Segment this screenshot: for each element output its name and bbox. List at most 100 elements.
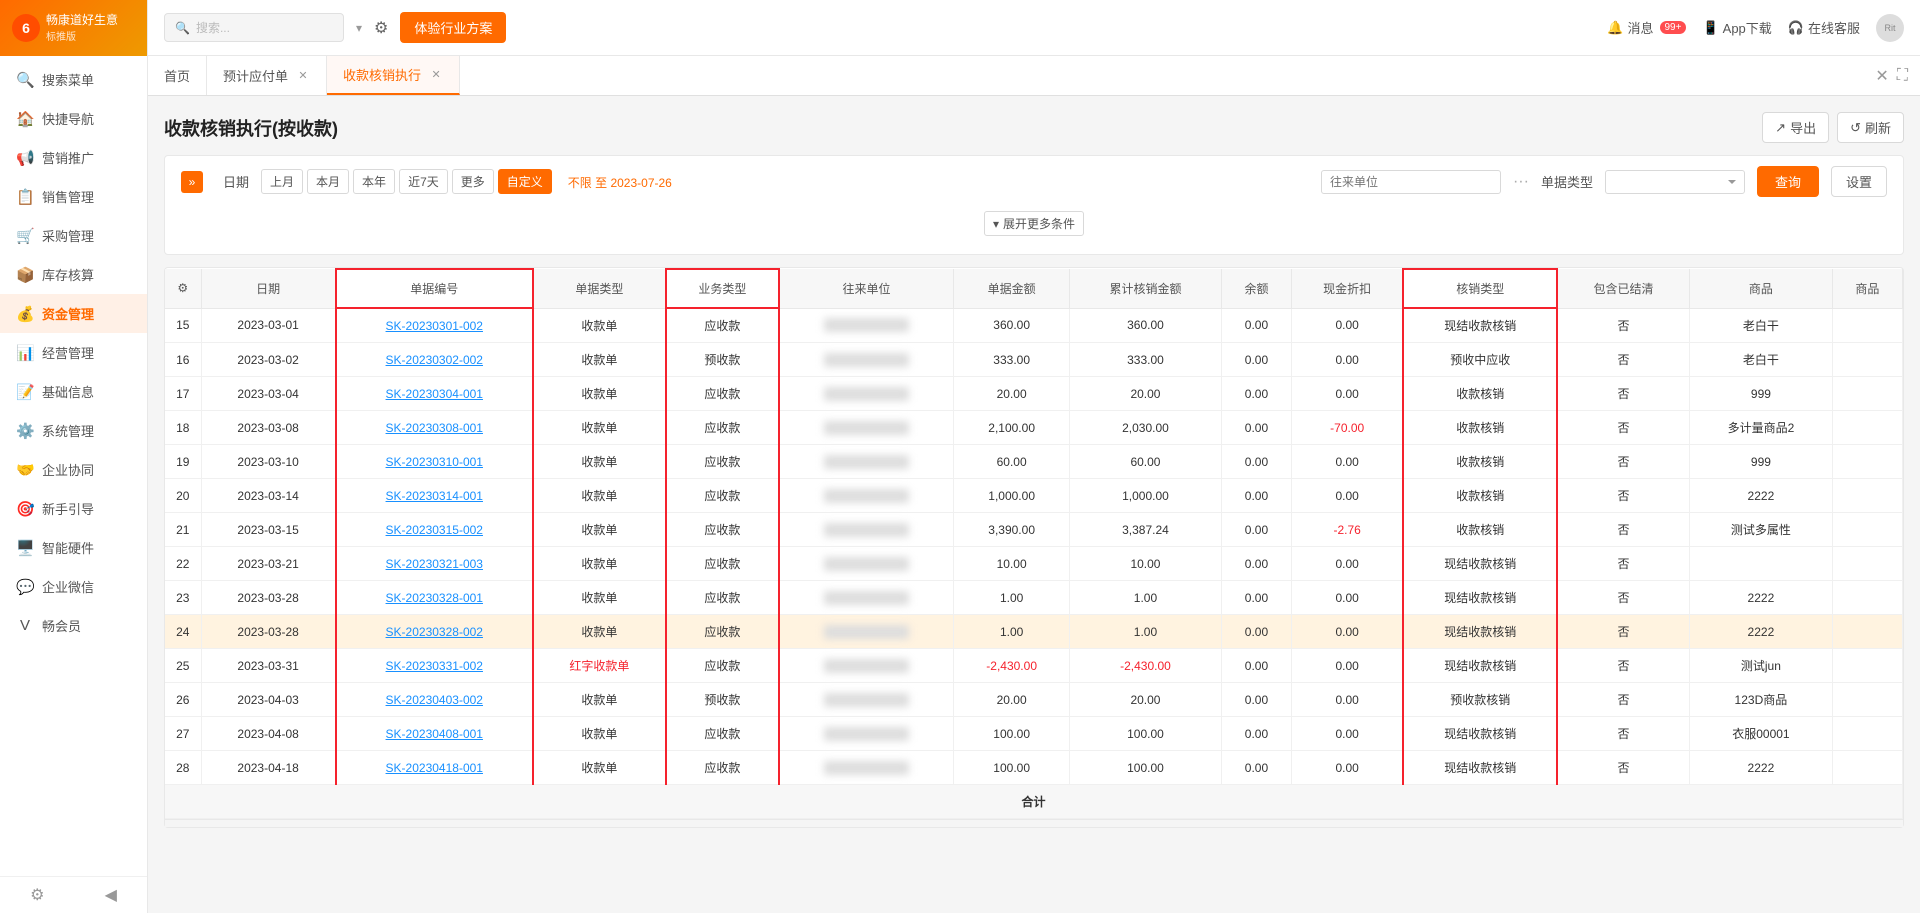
cell-singleno[interactable]: SK-20230321-003	[336, 547, 533, 581]
close-tab-icon[interactable]: ✕	[1875, 66, 1888, 86]
cell-balance: 0.00	[1221, 479, 1291, 513]
cell-coreamt: 1,000.00	[1069, 479, 1221, 513]
table-row: 192023-03-10SK-20230310-001收款单应收款███████…	[165, 445, 1903, 479]
cell-date: 2023-03-31	[201, 649, 336, 683]
settings-footer-btn[interactable]: ⚙	[30, 885, 44, 905]
cell-biztype: 应收款	[666, 751, 779, 785]
cell-goods: 2222	[1689, 581, 1832, 615]
guide-icon: 🎯	[16, 500, 34, 518]
tab-collection[interactable]: 收款核销执行 ✕	[327, 56, 460, 95]
tab-collection-close[interactable]: ✕	[429, 68, 443, 82]
refresh-button[interactable]: ↺ 刷新	[1837, 112, 1904, 143]
cell-singleno[interactable]: SK-20230328-002	[336, 615, 533, 649]
this-year-btn[interactable]: 本年	[353, 169, 395, 194]
this-month-btn[interactable]: 本月	[307, 169, 349, 194]
expand-more-conditions-btn[interactable]: ▾ 展开更多条件	[984, 211, 1084, 236]
cell-singleno[interactable]: SK-20230308-001	[336, 411, 533, 445]
last-7days-btn[interactable]: 近7天	[399, 169, 448, 194]
col-header-goods2: 商品	[1832, 269, 1902, 308]
cell-includesettled: 否	[1557, 308, 1689, 343]
query-button[interactable]: 查询	[1757, 166, 1819, 197]
expand-tabs-icon[interactable]: ⛶	[1897, 67, 1908, 85]
topbar-search[interactable]: 🔍 搜索...	[164, 13, 344, 42]
settings-gear-icon[interactable]: ⚙	[374, 18, 388, 38]
sidebar-item-guide[interactable]: 🎯 新手引导	[0, 489, 147, 528]
sidebar-item-system[interactable]: ⚙️ 系统管理	[0, 411, 147, 450]
sidebar-item-marketing[interactable]: 📢 营销推广	[0, 138, 147, 177]
cell-singleno[interactable]: SK-20230403-002	[336, 683, 533, 717]
cell-includesettled: 否	[1557, 581, 1689, 615]
sidebar-item-purchase[interactable]: 🛒 采购管理	[0, 216, 147, 255]
cell-singleno[interactable]: SK-20230408-001	[336, 717, 533, 751]
cell-singleno[interactable]: SK-20230331-002	[336, 649, 533, 683]
solution-button[interactable]: 体验行业方案	[400, 12, 506, 43]
table-card: ⚙ 日期 单据编号 单据类型 业务类型 往来单位 单据金额 累计核销金额 余额 …	[164, 267, 1904, 828]
sidebar-item-search[interactable]: 🔍 搜索菜单	[0, 60, 147, 99]
app-logo-text: 畅康道好生意 标推版	[46, 13, 118, 44]
cell-singleno[interactable]: SK-20230314-001	[336, 479, 533, 513]
cell-singleno[interactable]: SK-20230304-001	[336, 377, 533, 411]
cell-date: 2023-03-21	[201, 547, 336, 581]
table-row: 212023-03-15SK-20230315-002收款单应收款███████…	[165, 513, 1903, 547]
sidebar-item-operation[interactable]: 📊 经营管理	[0, 333, 147, 372]
horizontal-scrollbar[interactable]	[165, 819, 1903, 827]
cell-balance: 0.00	[1221, 411, 1291, 445]
filter-settings-button[interactable]: 设置	[1831, 166, 1887, 197]
more-date-btn[interactable]: 更多	[452, 169, 494, 194]
tab-home[interactable]: 首页	[148, 56, 207, 95]
cell-balance: 0.00	[1221, 343, 1291, 377]
custom-date-btn[interactable]: 自定义	[498, 169, 552, 194]
cell-date: 2023-03-15	[201, 513, 336, 547]
cell-amount: 100.00	[954, 717, 1070, 751]
col-header-settings[interactable]: ⚙	[165, 269, 201, 308]
more-filter-icon[interactable]: ···	[1513, 173, 1529, 191]
app-logo-icon: 6	[12, 14, 40, 42]
notification-btn[interactable]: 🔔 消息 99+	[1607, 18, 1686, 37]
last-month-btn[interactable]: 上月	[261, 169, 303, 194]
tab-prepay-close[interactable]: ✕	[296, 69, 310, 83]
sidebar-item-cooperation[interactable]: 🤝 企业协同	[0, 450, 147, 489]
customer-filter-input[interactable]	[1321, 170, 1501, 194]
export-icon: ↗	[1775, 120, 1786, 136]
cell-singleno[interactable]: SK-20230328-001	[336, 581, 533, 615]
hardware-icon: 🖥️	[16, 539, 34, 557]
cell-customer: ██████████	[779, 308, 954, 343]
online-service-btn[interactable]: 🎧 在线客服	[1788, 18, 1860, 37]
sidebar-item-basic[interactable]: 📝 基础信息	[0, 372, 147, 411]
cell-singletype: 收款单	[533, 751, 666, 785]
cell-goods: 测试jun	[1689, 649, 1832, 683]
cell-singleno[interactable]: SK-20230301-002	[336, 308, 533, 343]
cell-cashdiscount: 0.00	[1292, 343, 1404, 377]
collapse-sidebar-btn[interactable]: ◀	[105, 885, 117, 905]
cell-singleno[interactable]: SK-20230302-002	[336, 343, 533, 377]
sidebar-item-quicknav[interactable]: 🏠 快捷导航	[0, 99, 147, 138]
export-button[interactable]: ↗ 导出	[1762, 112, 1829, 143]
cell-balance: 0.00	[1221, 308, 1291, 343]
tab-prepay[interactable]: 预计应付单 ✕	[207, 56, 327, 95]
sidebar-item-inventory[interactable]: 📦 库存核算	[0, 255, 147, 294]
app-download-btn[interactable]: 📱 App下载	[1702, 18, 1771, 37]
col-header-amount: 单据金额	[954, 269, 1070, 308]
col-header-balance: 余额	[1221, 269, 1291, 308]
dropdown-chevron-icon[interactable]: ▾	[356, 21, 362, 35]
cell-singleno[interactable]: SK-20230315-002	[336, 513, 533, 547]
sidebar-item-finance[interactable]: 💰 资金管理	[0, 294, 147, 333]
table-row: 272023-04-08SK-20230408-001收款单应收款███████…	[165, 717, 1903, 751]
cell-goods	[1689, 547, 1832, 581]
cell-singleno[interactable]: SK-20230418-001	[336, 751, 533, 785]
cell-coretype: 现结收款核销	[1403, 717, 1557, 751]
sidebar-item-sales[interactable]: 📋 销售管理	[0, 177, 147, 216]
sidebar-item-member[interactable]: V 畅会员	[0, 606, 147, 645]
cell-biztype: 应收款	[666, 649, 779, 683]
sidebar-item-wxwork[interactable]: 💬 企业微信	[0, 567, 147, 606]
cell-biztype: 应收款	[666, 479, 779, 513]
receipt-type-select[interactable]	[1605, 170, 1745, 194]
system-icon: ⚙️	[16, 422, 34, 440]
col-header-coretype: 核销类型	[1403, 269, 1557, 308]
cell-goods2	[1832, 513, 1902, 547]
sidebar-item-hardware[interactable]: 🖥️ 智能硬件	[0, 528, 147, 567]
cell-singleno[interactable]: SK-20230310-001	[336, 445, 533, 479]
cell-amount: 1.00	[954, 615, 1070, 649]
user-avatar[interactable]: Rit	[1876, 14, 1904, 42]
expand-filter-arrow[interactable]: »	[181, 171, 203, 193]
